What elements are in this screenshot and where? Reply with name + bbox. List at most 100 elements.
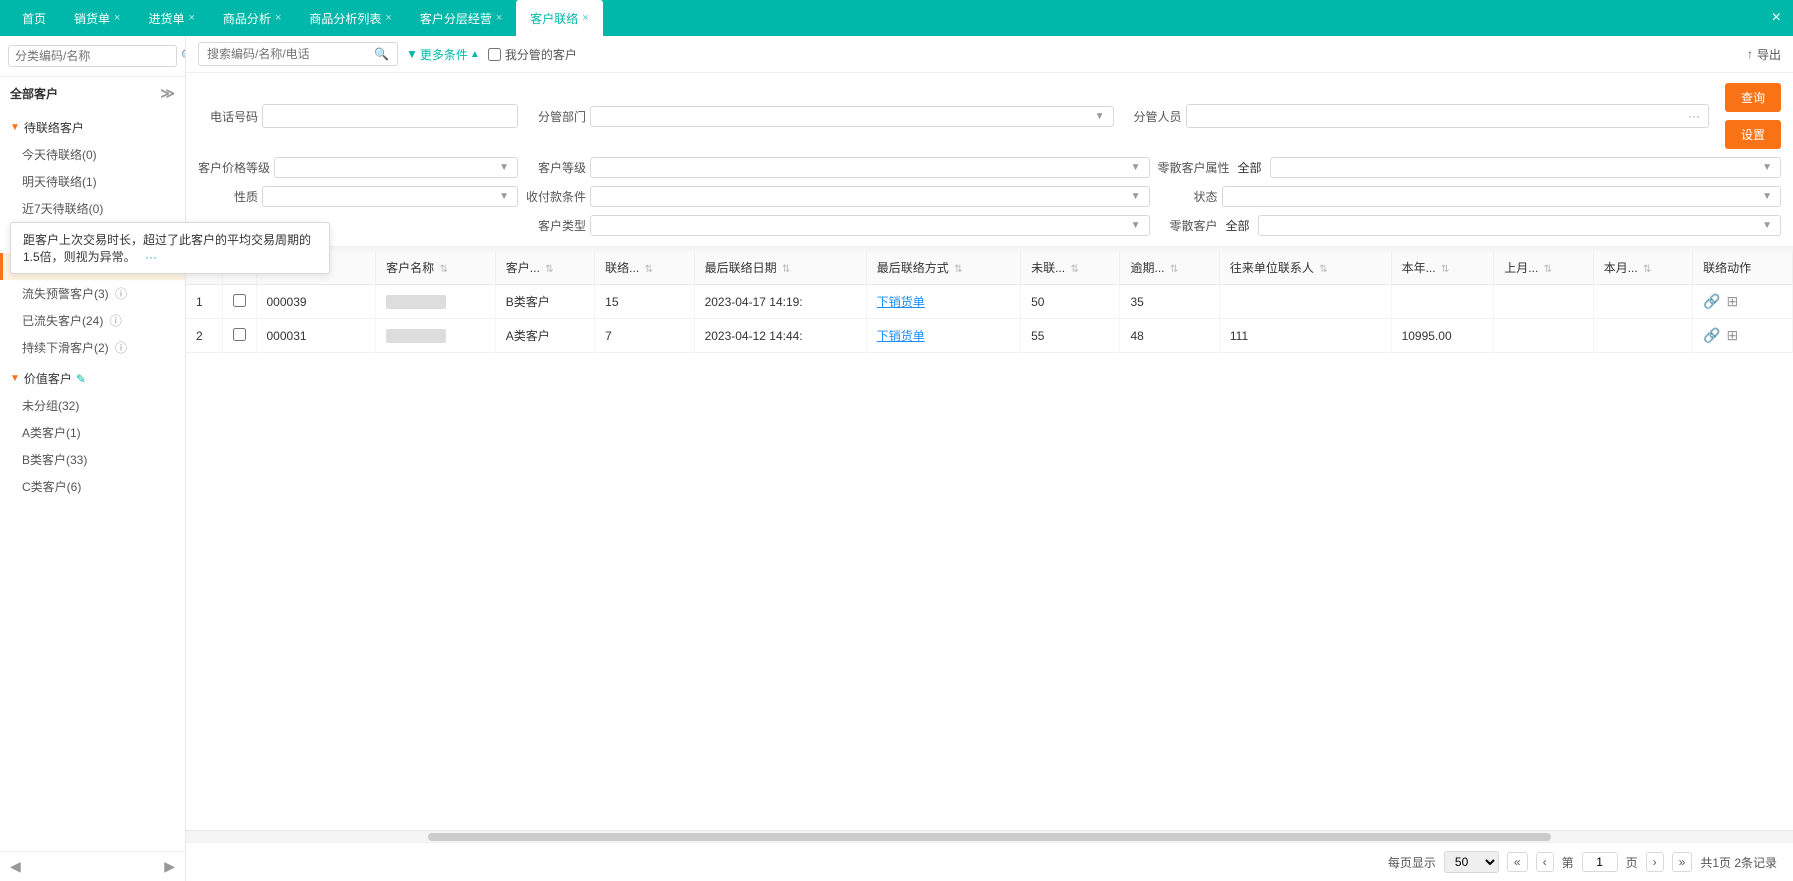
sidebar-collapse-button[interactable]: ≫: [160, 85, 175, 102]
retail-attr-select[interactable]: ▼: [1270, 157, 1781, 178]
export-button[interactable]: ↑ 导出: [1747, 46, 1781, 63]
customer-grade-select[interactable]: ▼: [590, 157, 1150, 178]
row2-checkbox-cell[interactable]: [222, 319, 256, 353]
row2-checkbox[interactable]: [233, 328, 246, 341]
col-uncontacted-sort[interactable]: ⇅: [1070, 264, 1078, 275]
nav-product-analysis[interactable]: 商品分析 ×: [209, 0, 295, 36]
row1-link-icon[interactable]: 🔗: [1703, 293, 1720, 310]
sidebar-item-ungrouped[interactable]: 未分组(32): [0, 392, 185, 419]
customer-grade-chevron: ▼: [1131, 162, 1141, 173]
last-page-button[interactable]: »: [1672, 852, 1693, 872]
col-last-month-sort[interactable]: ⇅: [1544, 264, 1552, 275]
manager-select[interactable]: ···: [1186, 104, 1710, 128]
row1-grid-icon[interactable]: ⊞: [1727, 293, 1739, 310]
sidebar-item-class-c[interactable]: C类客户(6): [0, 473, 185, 500]
retail-attr-label: 零散客户属性: [1158, 159, 1230, 176]
nav-customer-contact-close[interactable]: ×: [582, 12, 588, 24]
nav-home[interactable]: 首页: [8, 0, 60, 36]
col-name-sort[interactable]: ⇅: [440, 264, 448, 275]
filter-actions: 查询 设置: [1725, 83, 1781, 149]
nav-purchase[interactable]: 进货单 ×: [134, 0, 208, 36]
sidebar-item-7days[interactable]: 近7天待联络(0): [0, 195, 185, 222]
row2-last-method[interactable]: 下销货单: [866, 319, 1020, 353]
row1-this-year: [1391, 285, 1494, 319]
nav-customer-tier-close[interactable]: ×: [496, 12, 502, 24]
phone-input[interactable]: [262, 104, 518, 128]
row2-method-link[interactable]: 下销货单: [877, 329, 925, 343]
filter-search-input[interactable]: [207, 47, 374, 61]
sidebar-item-7days-label: 近7天待联络(0): [22, 202, 103, 216]
row2-link-icon[interactable]: 🔗: [1703, 327, 1720, 344]
col-contact-sort[interactable]: ⇅: [645, 264, 653, 275]
sidebar-item-declining[interactable]: 持续下滑客户(2) ⓘ: [0, 334, 185, 361]
row2-grid-icon[interactable]: ⊞: [1727, 327, 1739, 344]
col-this-year-sort[interactable]: ⇅: [1441, 264, 1449, 275]
sidebar-item-class-b[interactable]: B类客户(33): [0, 446, 185, 473]
sidebar-search-input[interactable]: [8, 45, 177, 67]
col-date-sort[interactable]: ⇅: [782, 264, 790, 275]
nav-customer-tier[interactable]: 客户分层经营 ×: [406, 0, 516, 36]
next-page-button[interactable]: ›: [1646, 852, 1664, 872]
more-conditions-chevron: ▲: [470, 49, 480, 60]
page-input[interactable]: [1582, 852, 1618, 872]
status-label: 状态: [1158, 188, 1218, 205]
nav-product-list-close[interactable]: ×: [385, 12, 391, 24]
filter-search-wrapper: 🔍: [198, 42, 398, 66]
sidebar-value-group-title[interactable]: ▼ 价值客户 ✎: [0, 365, 185, 392]
filter-search-icon[interactable]: 🔍: [374, 47, 389, 61]
page-suffix: 页: [1626, 854, 1638, 871]
sidebar-item-tomorrow[interactable]: 明天待联络(1): [0, 168, 185, 195]
first-page-button[interactable]: «: [1507, 852, 1528, 872]
dept-select[interactable]: ▼: [590, 106, 1114, 127]
sidebar-item-churn-warning[interactable]: 流失预警客户(3) ⓘ: [0, 280, 185, 307]
my-customers-checkbox[interactable]: [488, 48, 501, 61]
payment-select[interactable]: ▼: [590, 186, 1149, 207]
row1-last-method[interactable]: 下销货单: [866, 285, 1020, 319]
price-grade-label: 客户价格等级: [198, 159, 270, 176]
col-this-month-sort[interactable]: ⇅: [1643, 264, 1651, 275]
gender-select[interactable]: ▼: [262, 186, 518, 207]
query-button[interactable]: 查询: [1725, 83, 1781, 112]
prev-page-button[interactable]: ‹: [1536, 852, 1554, 872]
sidebar-item-churned[interactable]: 已流失客户(24) ⓘ: [0, 307, 185, 334]
sidebar-pending-label: 待联络客户: [24, 119, 84, 136]
sidebar-scroll-left[interactable]: ◀: [10, 858, 21, 875]
col-person-sort[interactable]: ⇅: [1319, 264, 1327, 275]
nav-purchase-close[interactable]: ×: [188, 12, 194, 24]
col-type-sort[interactable]: ⇅: [545, 264, 553, 275]
my-customers-checkbox-area[interactable]: 我分管的客户: [488, 46, 577, 63]
nav-sales-close[interactable]: ×: [114, 12, 120, 24]
sidebar-item-class-a[interactable]: A类客户(1): [0, 419, 185, 446]
sidebar-value-group: ▼ 价值客户 ✎ 未分组(32) A类客户(1) B类客户(33) C类客户(6…: [0, 365, 185, 500]
manager-more-icon: ···: [1688, 109, 1700, 123]
row1-method-link[interactable]: 下销货单: [877, 295, 925, 309]
status-select[interactable]: ▼: [1222, 186, 1782, 207]
retail-customer-value: 全部: [1226, 217, 1250, 234]
settings-button[interactable]: 设置: [1725, 120, 1781, 149]
per-page-select[interactable]: 50 100 200: [1444, 851, 1499, 873]
sidebar-pending-title[interactable]: ▼ 待联络客户: [0, 114, 185, 141]
sidebar-scroll-right[interactable]: ▶: [164, 858, 175, 875]
col-method-sort[interactable]: ⇅: [954, 264, 962, 275]
row1-checkbox[interactable]: [233, 294, 246, 307]
col-overdue-sort[interactable]: ⇅: [1170, 264, 1178, 275]
horizontal-scrollbar[interactable]: [186, 830, 1793, 842]
customer-type-select[interactable]: ▼: [590, 215, 1150, 236]
nav-sales[interactable]: 销货单 ×: [60, 0, 134, 36]
retail-customer-select[interactable]: ▼: [1258, 215, 1781, 236]
nav-product-list[interactable]: 商品分析列表 ×: [295, 0, 405, 36]
col-overdue-label: 逾期...: [1130, 261, 1164, 275]
filter-row-4: ··· 客户类型 ▼ 零散客户 全部 ▼: [198, 215, 1781, 236]
sidebar-item-today[interactable]: 今天待联络(0): [0, 141, 185, 168]
price-grade-chevron: ▼: [499, 162, 509, 173]
h-scroll-thumb[interactable]: [428, 833, 1550, 841]
price-grade-select[interactable]: ▼: [274, 157, 518, 178]
row1-checkbox-cell[interactable]: [222, 285, 256, 319]
filter-icon: ▼: [406, 47, 418, 61]
customer-type-label: 客户类型: [526, 217, 586, 234]
nav-product-analysis-close[interactable]: ×: [275, 12, 281, 24]
sidebar-value-edit-icon[interactable]: ✎: [76, 372, 86, 386]
nav-customer-contact[interactable]: 客户联络 ×: [516, 0, 602, 36]
window-close-button[interactable]: ×: [1772, 9, 1781, 27]
more-conditions-button[interactable]: ▼ 更多条件 ▲: [406, 46, 480, 63]
